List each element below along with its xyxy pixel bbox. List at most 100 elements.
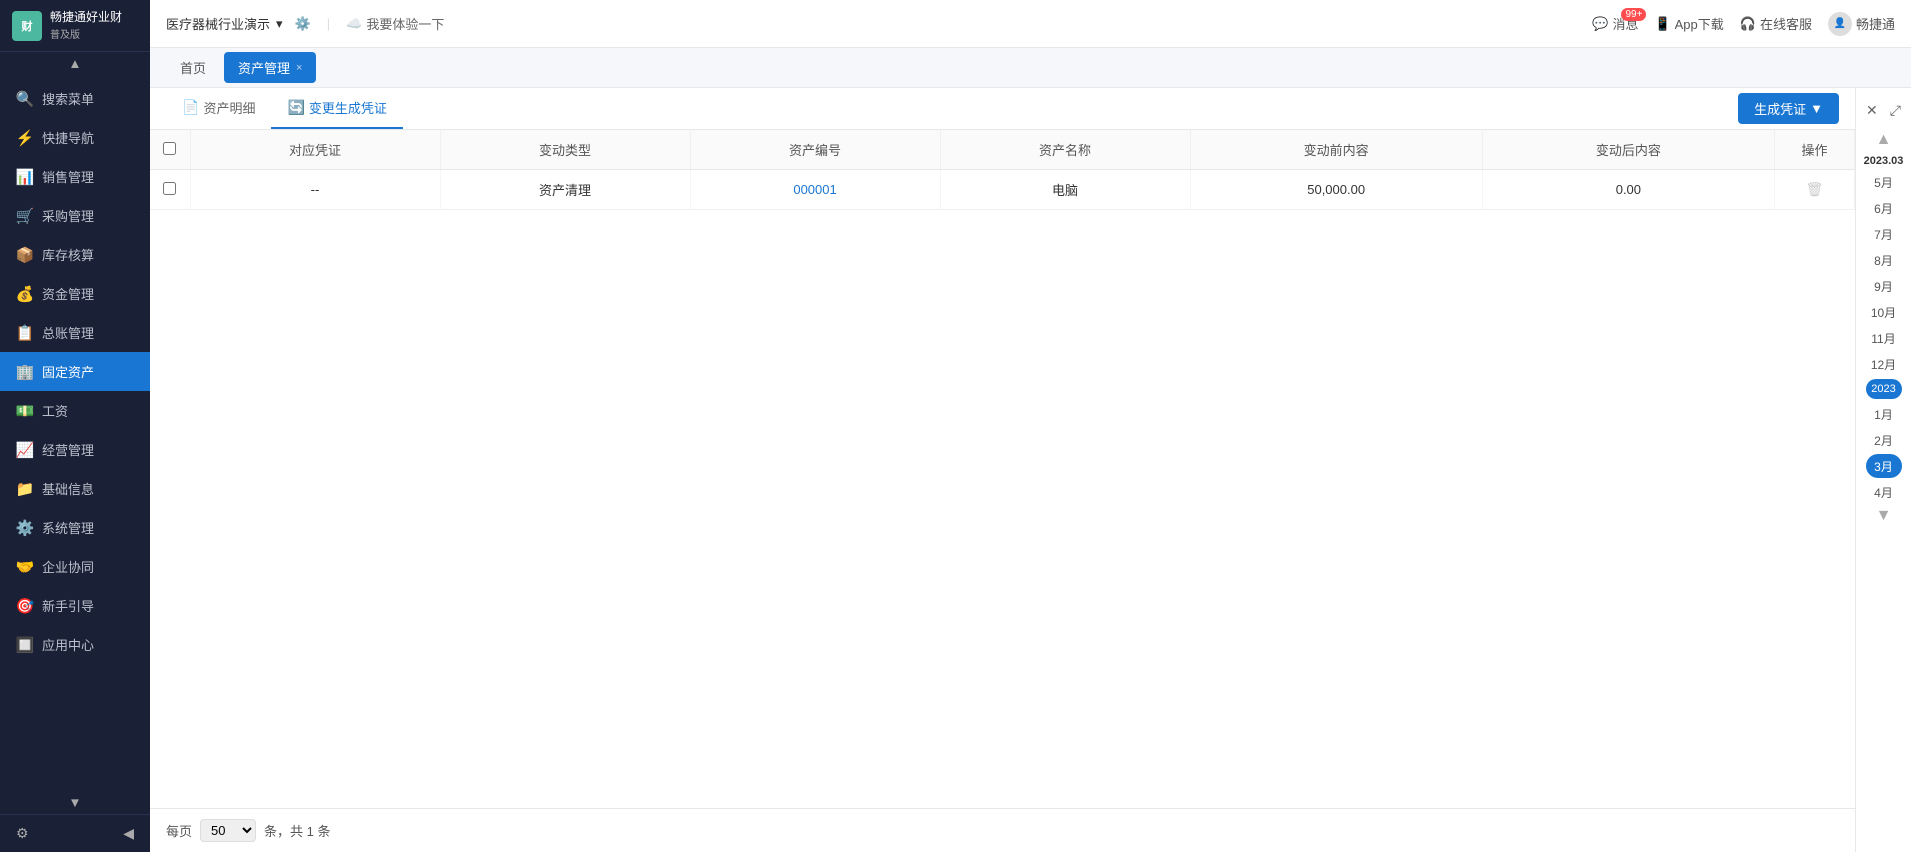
total-text: 条，共 1 条	[264, 821, 330, 840]
row-after-change-0: 0.00	[1482, 170, 1774, 210]
delete-icon-0[interactable]: 🗑	[1806, 181, 1824, 197]
tab-bar: 首页 资产管理 ×	[150, 48, 1911, 88]
sidebar-item-finance[interactable]: 💰 资金管理	[0, 274, 150, 313]
sidebar-item-label-apps: 应用中心	[42, 635, 94, 654]
app-name: 畅捷通好业财	[50, 10, 122, 26]
main-content: 医疗器械行业演示 ▾ ⚙️ | ☁️ 我要体验一下 💬 消息 99+ 📱 App…	[150, 0, 1911, 852]
tab-asset-list[interactable]: 📄 资产明细	[166, 88, 271, 129]
apps-icon: 🔲	[16, 636, 34, 654]
sidebar-item-fixed-assets[interactable]: 🏢 固定资产	[0, 352, 150, 391]
sidebar-item-guide[interactable]: 🎯 新手引导	[0, 586, 150, 625]
app-download-button[interactable]: 📱 App下载	[1654, 14, 1723, 33]
timeline-month-6[interactable]: 6月	[1866, 196, 1902, 220]
timeline-month-11[interactable]: 11月	[1866, 326, 1902, 350]
timeline-scroll-up[interactable]: ▲	[1874, 129, 1894, 151]
data-table: 对应凭证 变动类型 资产编号 资产名称 变动前内容 变动后内容 操作 -- 资产…	[150, 130, 1855, 210]
row-checkbox-0[interactable]	[163, 182, 176, 195]
sidebar-item-enterprise[interactable]: 🤝 企业协同	[0, 547, 150, 586]
sidebar-item-ledger[interactable]: 📋 总账管理	[0, 313, 150, 352]
sidebar-item-system[interactable]: ⚙️ 系统管理	[0, 508, 150, 547]
timeline-current-year[interactable]: 2023	[1866, 379, 1902, 399]
app-download-label: App下载	[1675, 14, 1724, 33]
table-area: 对应凭证 变动类型 资产编号 资产名称 变动前内容 变动后内容 操作 -- 资产…	[150, 130, 1855, 808]
row-change-type-0: 资产清理	[440, 170, 690, 210]
ledger-icon: 📋	[16, 324, 34, 342]
row-voucher-0: --	[190, 170, 440, 210]
timeline-month-12[interactable]: 12月	[1866, 352, 1902, 376]
collapse-icon[interactable]: ◀	[123, 825, 134, 842]
topbar: 医疗器械行业演示 ▾ ⚙️ | ☁️ 我要体验一下 💬 消息 99+ 📱 App…	[150, 0, 1911, 48]
sidebar-item-label-basic-info: 基础信息	[42, 479, 94, 498]
timeline-month-5[interactable]: 5月	[1866, 170, 1902, 194]
phone-icon: 📱	[1654, 16, 1670, 32]
row-action-0: 🗑	[1775, 170, 1855, 210]
sidebar-scroll-up[interactable]: ▲	[0, 52, 150, 75]
th-after-change: 变动后内容	[1482, 130, 1774, 170]
topbar-right: 💬 消息 99+ 📱 App下载 🎧 在线客服 👤 畅捷通	[1592, 12, 1895, 36]
sidebar-item-search[interactable]: 🔍 搜索菜单	[0, 79, 150, 118]
sidebar: 财 畅捷通好业财 普及版 ▲ 🔍 搜索菜单 ⚡ 快捷导航 📊 销售管理 🛒 采购…	[0, 0, 150, 852]
page-size-select[interactable]: 10 20 50 100	[200, 819, 256, 842]
tab-asset-mgmt[interactable]: 资产管理 ×	[224, 52, 316, 83]
sidebar-scroll-down[interactable]: ▼	[0, 791, 150, 814]
app-logo-icon: 财	[12, 11, 42, 41]
settings-gear-icon[interactable]: ⚙️	[295, 16, 311, 32]
app-edition: 普及版	[50, 26, 122, 41]
th-before-change: 变动前内容	[1190, 130, 1482, 170]
timeline-year-label: 2023.03	[1864, 155, 1904, 167]
messages-button[interactable]: 💬 消息 99+	[1592, 14, 1638, 33]
settings-icon[interactable]: ⚙	[16, 825, 29, 842]
timeline-month-4[interactable]: 4月	[1866, 480, 1902, 504]
th-action: 操作	[1775, 130, 1855, 170]
generate-voucher-button[interactable]: 生成凭证 ▼	[1738, 93, 1839, 124]
th-checkbox	[150, 130, 190, 170]
tab-change-voucher[interactable]: 🔄 变更生成凭证	[271, 88, 402, 129]
timeline-month-9[interactable]: 9月	[1866, 274, 1902, 298]
timeline-scroll-down[interactable]: ▼	[1874, 505, 1894, 527]
th-change-type: 变动类型	[440, 130, 690, 170]
th-voucher: 对应凭证	[190, 130, 440, 170]
sidebar-item-apps[interactable]: 🔲 应用中心	[0, 625, 150, 664]
timeline-month-8[interactable]: 8月	[1866, 248, 1902, 272]
sidebar-item-sales[interactable]: 📊 销售管理	[0, 157, 150, 196]
search-icon: 🔍	[16, 90, 34, 108]
guide-icon: 🎯	[16, 597, 34, 615]
company-selector[interactable]: 医疗器械行业演示 ▾	[166, 14, 283, 33]
support-label: 在线客服	[1760, 14, 1812, 33]
sidebar-item-label-finance: 资金管理	[42, 284, 94, 303]
sidebar-item-label-purchase: 采购管理	[42, 206, 94, 225]
timeline-month-10[interactable]: 10月	[1866, 300, 1902, 324]
timeline-month-3[interactable]: 3月	[1866, 454, 1902, 478]
experience-link[interactable]: ☁️ 我要体验一下	[346, 14, 444, 33]
timeline-month-2[interactable]: 2月	[1866, 428, 1902, 452]
sidebar-item-payroll[interactable]: 💵 工资	[0, 391, 150, 430]
row-asset-name-0: 电脑	[940, 170, 1190, 210]
timeline-month-7[interactable]: 7月	[1866, 222, 1902, 246]
timeline-month-1[interactable]: 1月	[1866, 402, 1902, 426]
company-name: 医疗器械行业演示	[166, 14, 270, 33]
support-button[interactable]: 🎧 在线客服	[1740, 14, 1812, 33]
sidebar-item-inventory[interactable]: 📦 库存核算	[0, 235, 150, 274]
tab-close-icon[interactable]: ×	[296, 62, 302, 74]
user-menu[interactable]: 👤 畅捷通	[1828, 12, 1895, 36]
per-page-label: 每页	[166, 821, 192, 840]
sidebar-item-quick-nav[interactable]: ⚡ 快捷导航	[0, 118, 150, 157]
panel-close-button[interactable]: ✕	[1864, 100, 1880, 121]
row-before-change-0: 50,000.00	[1190, 170, 1482, 210]
user-avatar: 👤	[1828, 12, 1852, 36]
operations-icon: 📈	[16, 441, 34, 459]
tab-home[interactable]: 首页	[166, 52, 220, 83]
quick-nav-icon: ⚡	[16, 129, 34, 147]
th-asset-name: 资产名称	[940, 130, 1190, 170]
sidebar-nav: 🔍 搜索菜单 ⚡ 快捷导航 📊 销售管理 🛒 采购管理 📦 库存核算 💰 资金管…	[0, 75, 150, 791]
sidebar-item-label-sales: 销售管理	[42, 167, 94, 186]
sidebar-item-operations[interactable]: 📈 经营管理	[0, 430, 150, 469]
system-icon: ⚙️	[16, 519, 34, 537]
select-all-checkbox[interactable]	[163, 142, 176, 155]
table-row: -- 资产清理 000001 电脑 50,000.00 0.00 🗑	[150, 170, 1855, 210]
th-asset-code: 资产编号	[690, 130, 940, 170]
sidebar-item-basic-info[interactable]: 📁 基础信息	[0, 469, 150, 508]
panel-expand-button[interactable]: ⤢	[1888, 100, 1903, 121]
message-badge: 99+	[1621, 8, 1646, 21]
sidebar-item-purchase[interactable]: 🛒 采购管理	[0, 196, 150, 235]
